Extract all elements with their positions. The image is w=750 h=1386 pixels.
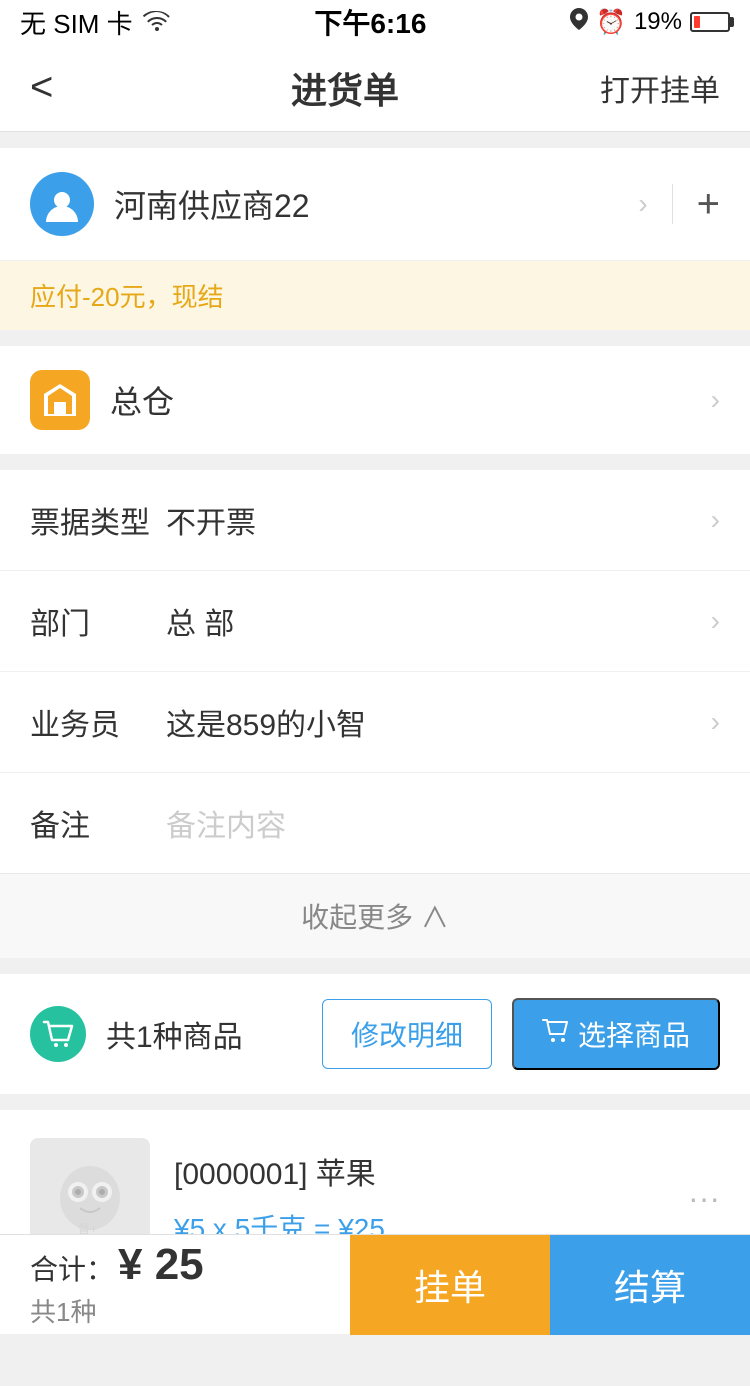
supplier-row[interactable]: 河南供应商22 › + xyxy=(0,148,750,261)
department-chevron-icon: › xyxy=(711,605,720,637)
warehouse-chevron-icon: › xyxy=(711,384,720,416)
wifi-icon xyxy=(143,7,171,38)
warehouse-icon xyxy=(30,370,90,430)
ticket-type-value: 不开票 xyxy=(150,498,711,542)
status-bar: 无 SIM 卡 下午6:16 ⏰ 19% xyxy=(0,0,750,44)
department-row[interactable]: 部门 总 部 › xyxy=(0,570,750,671)
salesman-chevron-icon: › xyxy=(711,706,720,738)
edit-detail-button[interactable]: 修改明细 xyxy=(322,999,492,1069)
alarm-icon: ⏰ xyxy=(596,8,626,37)
product-header: 共1种商品 修改明细 选择商品 xyxy=(0,974,750,1094)
carrier-text: 无 SIM 卡 xyxy=(20,4,133,41)
collapse-button[interactable]: 收起更多 ∧ xyxy=(0,873,750,958)
ticket-type-chevron-icon: › xyxy=(711,504,720,536)
supplier-notice: 应付-20元，现结 xyxy=(0,261,750,330)
footer-total: 合计： ¥ 25 共1种 xyxy=(0,1240,350,1329)
battery-percent: 19% xyxy=(634,8,682,36)
salesman-row[interactable]: 业务员 这是859的小智 › xyxy=(0,671,750,772)
salesman-label: 业务员 xyxy=(30,700,150,744)
select-product-button[interactable]: 选择商品 xyxy=(512,998,720,1070)
open-hang-button[interactable]: 打开挂单 xyxy=(600,66,720,110)
hang-button[interactable]: 挂单 xyxy=(350,1235,550,1335)
ticket-type-row[interactable]: 票据类型 不开票 › xyxy=(0,470,750,570)
back-button[interactable]: < xyxy=(30,65,90,110)
remark-label: 备注 xyxy=(30,801,150,845)
form-card: 票据类型 不开票 › 部门 总 部 › 业务员 这是859的小智 › 备注 备注… xyxy=(0,470,750,958)
status-time: 下午6:16 xyxy=(314,2,426,42)
nav-bar: < 进货单 打开挂单 xyxy=(0,44,750,132)
supplier-avatar xyxy=(30,172,94,236)
supplier-chevron-icon: › xyxy=(638,188,647,220)
department-value: 总 部 xyxy=(150,599,711,643)
ticket-type-label: 票据类型 xyxy=(30,498,150,542)
cart-icon xyxy=(542,1018,570,1050)
status-left: 无 SIM 卡 xyxy=(20,4,171,41)
department-label: 部门 xyxy=(30,599,150,643)
footer: 合计： ¥ 25 共1种 挂单 结算 xyxy=(0,1234,750,1334)
total-amount: ¥ 25 xyxy=(118,1240,204,1290)
status-right: ⏰ 19% xyxy=(570,8,730,37)
salesman-value: 这是859的小智 xyxy=(150,700,711,744)
total-count: 共1种 xyxy=(30,1292,320,1329)
settle-button[interactable]: 结算 xyxy=(550,1235,750,1335)
product-info: [0000001] 苹果 ¥5 x 5千克 = ¥25 xyxy=(174,1149,688,1247)
product-count-icon xyxy=(30,1006,86,1062)
warehouse-name: 总仓 xyxy=(110,377,711,423)
product-more-button[interactable]: ··· xyxy=(688,1180,720,1217)
main-content: 河南供应商22 › + 应付-20元，现结 总仓 › 票据类型 不开票 › 部门… xyxy=(0,148,750,1386)
add-supplier-button[interactable]: + xyxy=(697,182,720,227)
divider xyxy=(672,184,673,224)
supplier-card: 河南供应商22 › + 应付-20元，现结 xyxy=(0,148,750,330)
warehouse-card[interactable]: 总仓 › xyxy=(0,346,750,454)
product-count-text: 共1种商品 xyxy=(106,1012,302,1056)
remark-input[interactable]: 备注内容 xyxy=(150,801,720,845)
total-label: 合计： xyxy=(30,1248,114,1288)
product-name: [0000001] 苹果 xyxy=(174,1149,688,1193)
page-title: 进货单 xyxy=(291,62,399,114)
warehouse-row[interactable]: 总仓 › xyxy=(0,346,750,454)
remark-row[interactable]: 备注 备注内容 xyxy=(0,772,750,873)
supplier-name: 河南供应商22 xyxy=(114,181,638,227)
location-icon xyxy=(570,8,588,37)
battery-icon xyxy=(690,12,730,32)
select-product-label: 选择商品 xyxy=(578,1014,690,1054)
